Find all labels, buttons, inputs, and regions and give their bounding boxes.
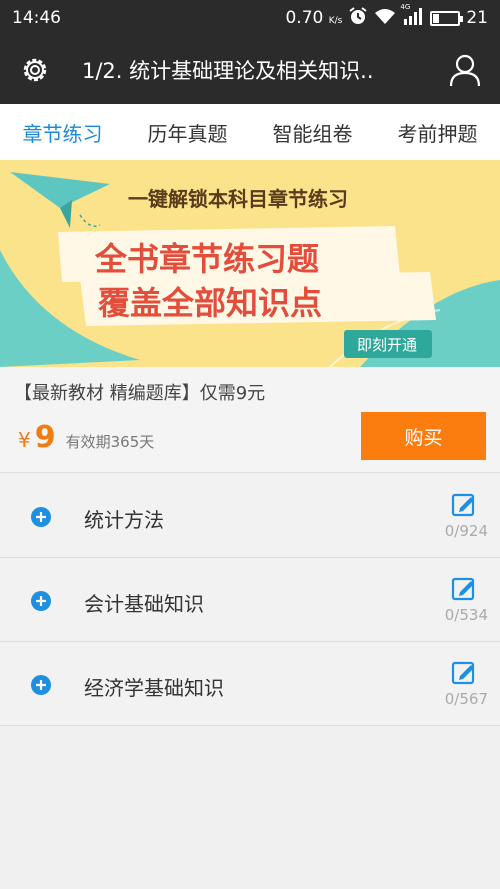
buy-button[interactable]: 购买 xyxy=(361,412,486,460)
chapter-label: 会计基础知识 xyxy=(84,592,204,616)
chapter-label: 经济学基础知识 xyxy=(84,676,224,700)
chapter-item[interactable]: 统计方法 0/924 xyxy=(0,474,500,558)
chapter-count: 0/924 xyxy=(444,522,488,540)
price-amount: 9 xyxy=(34,420,56,455)
settings-button[interactable] xyxy=(0,36,70,104)
edit-icon[interactable] xyxy=(451,575,477,601)
signal-label: 4G xyxy=(400,2,411,11)
edit-icon[interactable] xyxy=(451,659,477,685)
promo-text: 【最新教材 精编题库】仅需9元 xyxy=(14,383,266,404)
chapter-item[interactable]: 会计基础知识 0/534 xyxy=(0,558,500,642)
banner-headline: 一键解锁本科目章节练习 xyxy=(128,187,348,211)
profile-button[interactable] xyxy=(430,36,500,104)
network-speed-unit: K/s xyxy=(328,16,343,26)
purchase-section: 【最新教材 精编题库】仅需9元 ¥ 9 有效期365天 购买 xyxy=(0,367,500,473)
tab-bar: 章节练习 历年真题 智能组卷 考前押题 xyxy=(0,104,500,160)
chapter-count: 0/567 xyxy=(444,690,488,708)
banner-line1: 全书章节练习题 xyxy=(94,240,319,278)
network-speed: 0.70 K/s xyxy=(285,8,342,28)
tab-past-exams[interactable]: 历年真题 xyxy=(125,104,250,160)
status-time: 14:46 xyxy=(12,8,61,28)
banner-cta[interactable]: 即刻开通 xyxy=(357,336,417,354)
network-speed-value: 0.70 xyxy=(285,8,324,28)
tab-chapter-practice[interactable]: 章节练习 xyxy=(0,104,125,160)
promo-banner[interactable]: 一键解锁本科目章节练习 全书章节练习题 覆盖全部知识点 即刻开通 xyxy=(0,160,500,367)
expand-plus-icon[interactable] xyxy=(31,591,51,611)
chapter-item[interactable]: 经济学基础知识 0/567 xyxy=(0,642,500,726)
alarm-icon xyxy=(348,6,368,31)
status-bar: 14:46 0.70 K/s 4G 21 xyxy=(0,0,500,36)
tab-smart-paper[interactable]: 智能组卷 xyxy=(250,104,375,160)
price-display: ¥ 9 有效期365天 xyxy=(18,420,154,455)
validity-text: 有效期365天 xyxy=(65,433,155,451)
expand-plus-icon[interactable] xyxy=(31,675,51,695)
gear-icon xyxy=(23,58,47,82)
chapter-label: 统计方法 xyxy=(84,508,164,532)
battery-level: 21 xyxy=(466,8,488,28)
expand-plus-icon[interactable] xyxy=(31,507,51,527)
chapter-count: 0/534 xyxy=(444,606,488,624)
app-bar: 1/2. 统计基础理论及相关知识.. xyxy=(0,36,500,104)
tab-pre-exam[interactable]: 考前押题 xyxy=(375,104,500,160)
page-title: 1/2. 统计基础理论及相关知识.. xyxy=(82,59,374,83)
chapter-list: 统计方法 0/924 会计基础知识 0/534 经济学基础知识 0/567 xyxy=(0,474,500,726)
signal-icon: 4G xyxy=(400,3,424,30)
user-icon xyxy=(449,54,481,87)
edit-icon[interactable] xyxy=(451,491,477,517)
banner-line2: 覆盖全部知识点 xyxy=(98,284,322,322)
battery-icon xyxy=(430,10,464,26)
currency-symbol: ¥ xyxy=(18,428,31,452)
wifi-icon xyxy=(374,7,396,30)
